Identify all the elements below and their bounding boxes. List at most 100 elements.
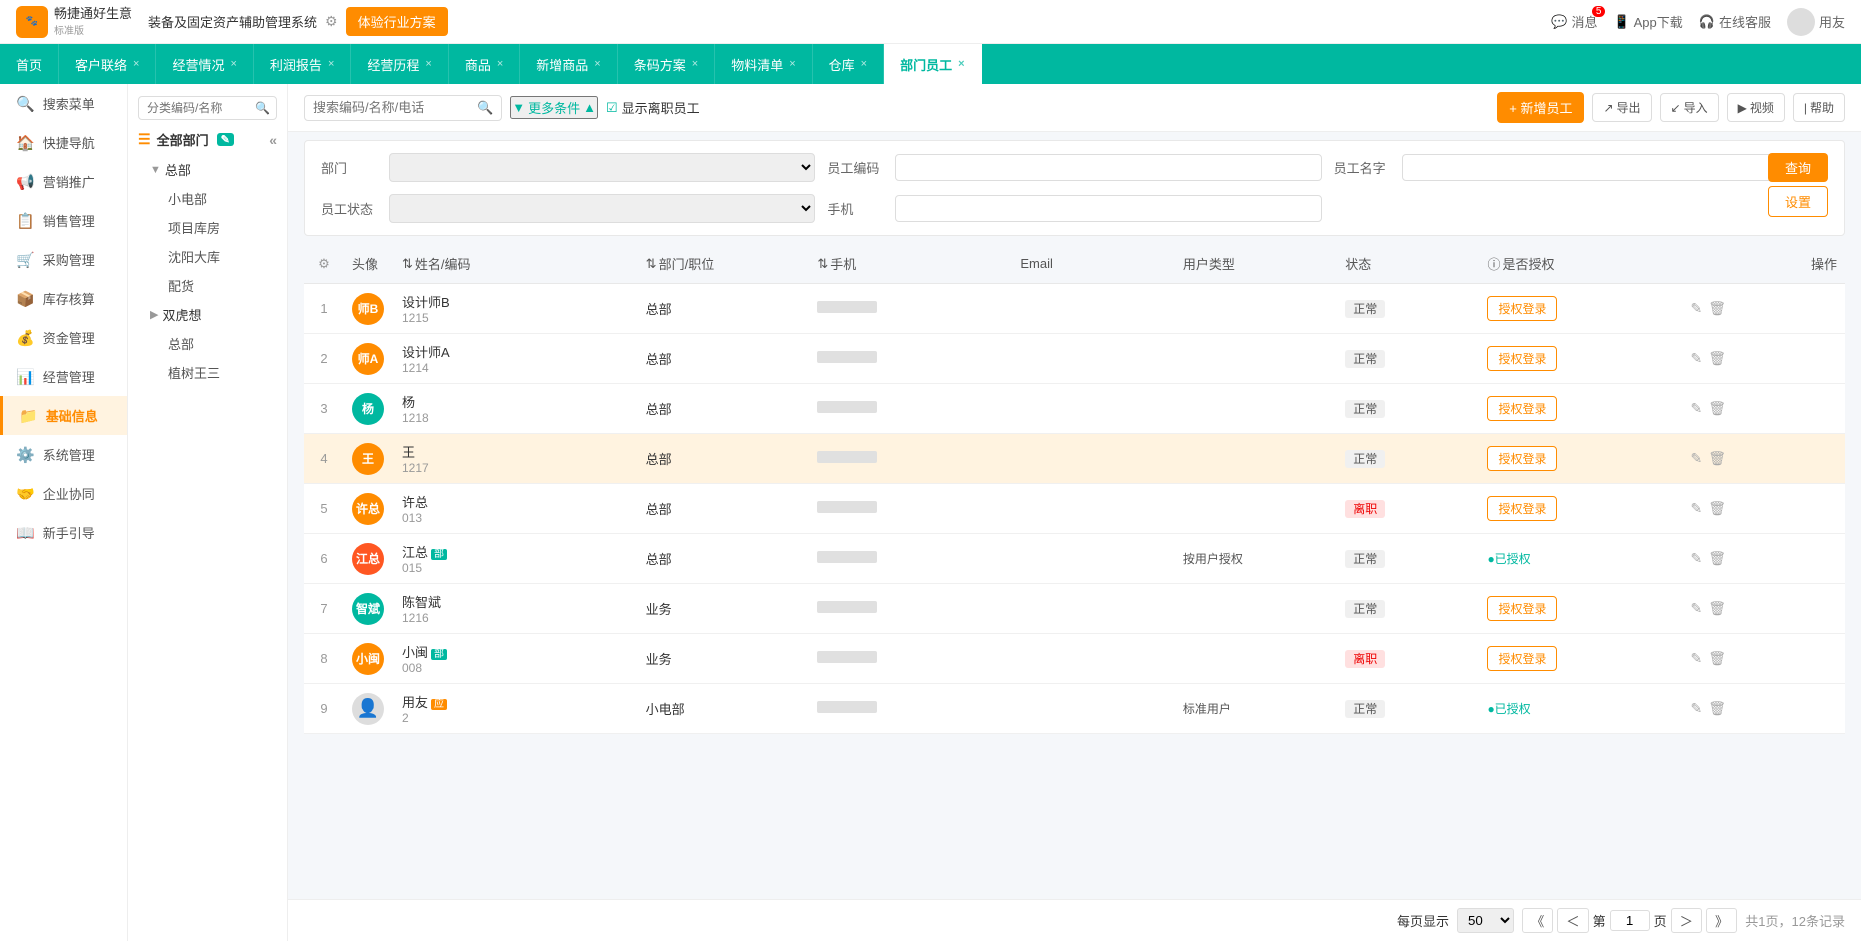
tab-new-goods[interactable]: 新增商品 ×: [520, 44, 617, 84]
edit-btn[interactable]: ✎: [1691, 550, 1703, 567]
view-button[interactable]: ▶ 视频: [1727, 93, 1785, 122]
app-download-btn[interactable]: 📱 App下载: [1613, 12, 1682, 31]
message-btn[interactable]: 💬 消息 5: [1551, 12, 1597, 31]
dept-item-small-elec[interactable]: 小电部: [138, 184, 287, 213]
filter-dept-select[interactable]: [389, 153, 815, 182]
delete-btn[interactable]: 🗑: [1708, 500, 1726, 517]
delete-btn[interactable]: 🗑: [1708, 450, 1726, 467]
sidebar-item-purchase[interactable]: 🛒 采购管理: [0, 240, 127, 279]
search-input[interactable]: [313, 100, 473, 115]
edit-btn[interactable]: ✎: [1691, 300, 1703, 317]
online-service-btn[interactable]: 🎧 在线客服: [1699, 12, 1771, 31]
tab-goods-close[interactable]: ×: [497, 58, 503, 70]
th-dept-sortable[interactable]: ⇅ 部门/职位: [646, 254, 802, 273]
tab-customer-close[interactable]: ×: [133, 58, 139, 70]
dept-all-btn[interactable]: ☰ 全部部门 ✎ «: [128, 124, 287, 155]
prev-page-btn[interactable]: ＜: [1557, 908, 1588, 933]
tab-history[interactable]: 经营历程 ×: [351, 44, 448, 84]
dept-item-planting[interactable]: 植树王三: [138, 358, 287, 387]
auth-login-btn[interactable]: 授权登录: [1487, 496, 1557, 521]
export-button[interactable]: ↗ 导出: [1592, 93, 1651, 122]
filter-status-select[interactable]: [389, 194, 815, 223]
auth-login-btn[interactable]: 授权登录: [1487, 346, 1557, 371]
edit-btn[interactable]: ✎: [1691, 650, 1703, 667]
tab-barcode[interactable]: 条码方案 ×: [618, 44, 715, 84]
settings-icon[interactable]: ⚙: [325, 13, 338, 30]
auth-login-btn[interactable]: 授权登录: [1487, 646, 1557, 671]
auth-login-btn[interactable]: 授权登录: [1487, 446, 1557, 471]
tab-new-goods-close[interactable]: ×: [594, 58, 600, 70]
delete-btn[interactable]: 🗑: [1708, 300, 1726, 317]
dept-item-general-hq[interactable]: 总部: [138, 329, 287, 358]
tab-history-close[interactable]: ×: [425, 58, 431, 70]
dept-collapse-icon[interactable]: «: [269, 132, 277, 148]
tab-employees-close[interactable]: ×: [958, 58, 964, 70]
tab-materials-close[interactable]: ×: [789, 58, 795, 70]
dept-group-shuanghu[interactable]: ▶ 双虎想: [138, 300, 287, 329]
add-employee-button[interactable]: + 新增员工: [1497, 92, 1584, 123]
tab-goods[interactable]: 商品 ×: [449, 44, 520, 84]
query-button[interactable]: 查询: [1768, 153, 1828, 182]
import-button[interactable]: ↙ 导入: [1660, 93, 1719, 122]
table-settings-icon[interactable]: ⚙: [318, 256, 330, 271]
sidebar-item-inventory[interactable]: 📦 库存核算: [0, 279, 127, 318]
sidebar-item-operation[interactable]: 📊 经营管理: [0, 357, 127, 396]
next-page-btn[interactable]: ＞: [1671, 908, 1702, 933]
last-page-btn[interactable]: 》: [1706, 908, 1737, 933]
auth-login-btn[interactable]: 授权登录: [1487, 396, 1557, 421]
dept-group-general[interactable]: ▼ 总部: [138, 155, 287, 184]
sidebar-item-guide[interactable]: 📖 新手引导: [0, 513, 127, 552]
sidebar-item-finance[interactable]: 💰 资金管理: [0, 318, 127, 357]
tab-profit-close[interactable]: ×: [328, 58, 334, 70]
delete-btn[interactable]: 🗑: [1708, 550, 1726, 567]
delete-btn[interactable]: 🗑: [1708, 350, 1726, 367]
tab-materials[interactable]: 物料清单 ×: [715, 44, 812, 84]
delete-btn[interactable]: 🗑: [1708, 700, 1726, 717]
trial-button[interactable]: 体验行业方案: [346, 7, 448, 36]
set-button[interactable]: 设置: [1768, 186, 1828, 217]
th-name-sortable[interactable]: ⇅ 姓名/编码: [402, 254, 630, 273]
tab-profit[interactable]: 利润报告 ×: [254, 44, 351, 84]
sidebar-item-search[interactable]: 🔍 搜索菜单: [0, 84, 127, 123]
sidebar-item-sales[interactable]: 📋 销售管理: [0, 201, 127, 240]
edit-btn[interactable]: ✎: [1691, 500, 1703, 517]
page-input[interactable]: [1610, 910, 1650, 931]
edit-btn[interactable]: ✎: [1691, 600, 1703, 617]
sidebar-item-coop[interactable]: 🤝 企业协同: [0, 474, 127, 513]
tab-operation-close[interactable]: ×: [230, 58, 236, 70]
delete-btn[interactable]: 🗑: [1708, 400, 1726, 417]
edit-btn[interactable]: ✎: [1691, 400, 1703, 417]
show-resigned-toggle[interactable]: ☑ 显示离职员工: [606, 98, 700, 117]
sidebar-item-system[interactable]: ⚙️ 系统管理: [0, 435, 127, 474]
tab-employees[interactable]: 部门员工 ×: [884, 44, 981, 84]
dept-item-project[interactable]: 项目库房: [138, 213, 287, 242]
dept-item-shenyang[interactable]: 沈阳大库: [138, 242, 287, 271]
tab-warehouse-close[interactable]: ×: [861, 58, 867, 70]
user-area[interactable]: 用友: [1787, 8, 1845, 36]
th-phone-sortable[interactable]: ⇅ 手机: [817, 254, 1004, 273]
sidebar-item-basic[interactable]: 📁 基础信息: [0, 396, 127, 435]
tab-operation[interactable]: 经营情况 ×: [156, 44, 253, 84]
edit-btn[interactable]: ✎: [1691, 700, 1703, 717]
edit-btn[interactable]: ✎: [1691, 350, 1703, 367]
auth-login-btn[interactable]: 授权登录: [1487, 296, 1557, 321]
dept-item-dispatch[interactable]: 配货: [138, 271, 287, 300]
help-button[interactable]: | 帮助: [1793, 93, 1845, 122]
tab-customer[interactable]: 客户联络 ×: [59, 44, 156, 84]
delete-btn[interactable]: 🗑: [1708, 600, 1726, 617]
edit-btn[interactable]: ✎: [1691, 450, 1703, 467]
tab-barcode-close[interactable]: ×: [692, 58, 698, 70]
filter-phone-input[interactable]: [895, 195, 1321, 222]
filter-employee-code-input[interactable]: [895, 154, 1321, 181]
delete-btn[interactable]: 🗑: [1708, 650, 1726, 667]
page-size-select[interactable]: 50 20 100: [1457, 908, 1514, 933]
more-filters-btn[interactable]: ▼ 更多条件 ▲: [510, 96, 598, 119]
tab-warehouse[interactable]: 仓库 ×: [813, 44, 884, 84]
search-icon[interactable]: 🔍: [477, 100, 493, 116]
sidebar-item-quick-nav[interactable]: 🏠 快捷导航: [0, 123, 127, 162]
tab-home[interactable]: 首页: [0, 44, 59, 84]
filter-employee-name-input[interactable]: [1402, 154, 1828, 181]
auth-login-btn[interactable]: 授权登录: [1487, 596, 1557, 621]
first-page-btn[interactable]: 《: [1522, 908, 1553, 933]
sidebar-item-marketing[interactable]: 📢 营销推广: [0, 162, 127, 201]
